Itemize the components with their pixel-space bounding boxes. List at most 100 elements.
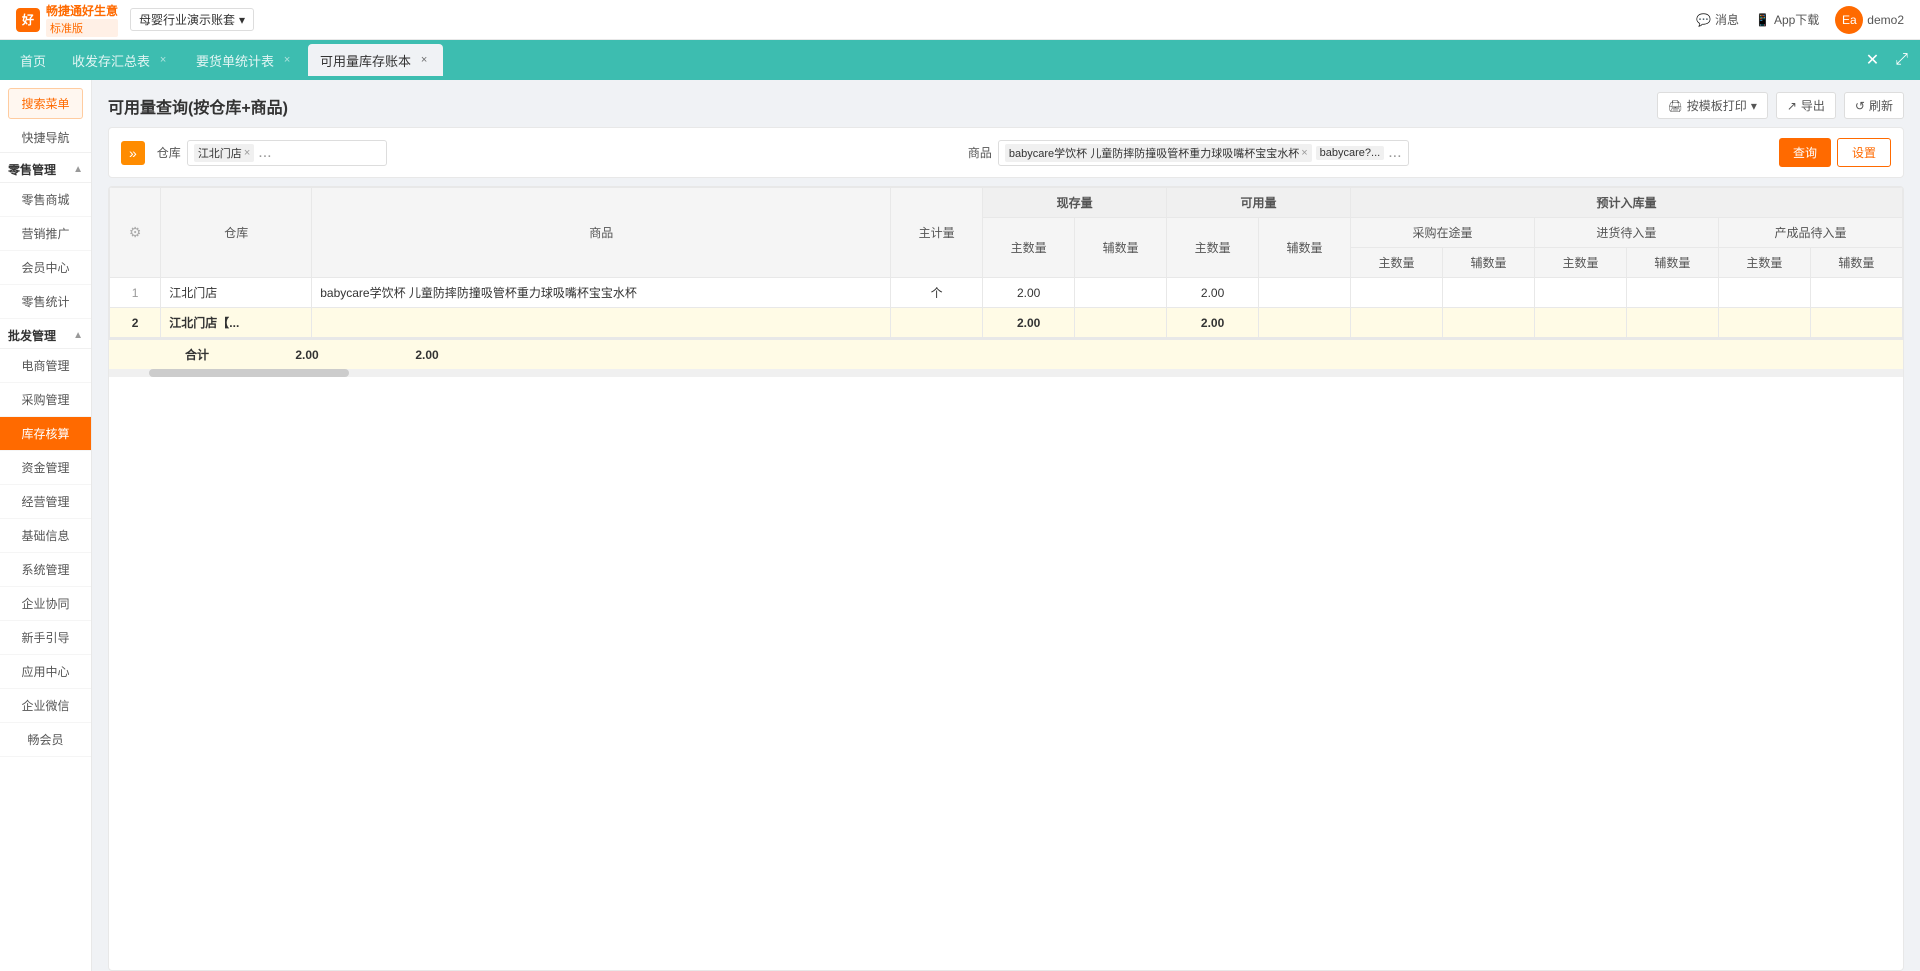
tab-orders[interactable]: 要货单统计表 × bbox=[184, 44, 306, 76]
sidebar-item-ecommerce[interactable]: 电商管理 bbox=[0, 349, 91, 383]
tab-receipts-close[interactable]: × bbox=[156, 53, 170, 67]
footer-total-label: 合计 bbox=[117, 346, 277, 363]
sidebar-item-wechat[interactable]: 企业微信 bbox=[0, 689, 91, 723]
export-btn[interactable]: ↗ 导出 bbox=[1776, 92, 1836, 119]
horizontal-scrollbar[interactable] bbox=[109, 369, 1903, 377]
product-filter-dots[interactable]: ... bbox=[1388, 144, 1401, 162]
sidebar-item-marketing[interactable]: 营销推广 bbox=[0, 217, 91, 251]
main-layout: 搜索菜单 快捷导航 零售管理 ▲ 零售商城 营销推广 会员中心 零售统计 批发管… bbox=[0, 80, 1920, 971]
th-available: 可用量 bbox=[1167, 188, 1351, 218]
chevron-up-icon: ▲ bbox=[73, 164, 83, 175]
chevron-down-icon: ▾ bbox=[239, 13, 245, 27]
message-btn[interactable]: 💬 消息 bbox=[1696, 11, 1739, 28]
sidebar-item-inventory[interactable]: 库存核算 bbox=[0, 417, 91, 451]
subtotal-p-main bbox=[1351, 308, 1443, 338]
product-tag-1-close[interactable]: × bbox=[1301, 147, 1307, 159]
refresh-label: 刷新 bbox=[1869, 97, 1893, 114]
row-num-1: 1 bbox=[110, 278, 161, 308]
sidebar-item-members[interactable]: 会员中心 bbox=[0, 251, 91, 285]
sidebar-item-purchase[interactable]: 采购管理 bbox=[0, 383, 91, 417]
settings-icon[interactable]: ⚙ bbox=[129, 224, 142, 240]
tab-inventory-close[interactable]: × bbox=[417, 53, 431, 67]
brand-name: 畅捷通好生意 标准版 bbox=[46, 2, 118, 37]
user-profile[interactable]: Ea demo2 bbox=[1835, 6, 1904, 34]
product-filter-label: 商品 bbox=[968, 144, 992, 161]
sidebar-item-vip[interactable]: 畅会员 bbox=[0, 723, 91, 757]
sidebar-item-retail-mall[interactable]: 零售商城 bbox=[0, 183, 91, 217]
print-label: 按模板打印 bbox=[1687, 97, 1747, 114]
sidebar-search-area: 搜索菜单 bbox=[0, 80, 91, 123]
mobile-icon: 📱 bbox=[1755, 13, 1770, 27]
th-current-main: 主数量 bbox=[983, 218, 1075, 278]
subtotal-pr-aux bbox=[1810, 308, 1902, 338]
warehouse-tag-1-close[interactable]: × bbox=[244, 147, 250, 159]
sidebar-item-operations[interactable]: 经营管理 bbox=[0, 485, 91, 519]
brand-icon: 好 bbox=[16, 8, 40, 32]
th-prod-main: 主数量 bbox=[1718, 248, 1810, 278]
subtotal-current-main: 2.00 bbox=[983, 308, 1075, 338]
industry-selector[interactable]: 母婴行业演示账套 ▾ bbox=[130, 8, 254, 31]
table-row: 1 江北门店 babycare学饮杯 儿童防摔防撞吸管杯重力球吸嘴杯宝宝水杯 个… bbox=[110, 278, 1903, 308]
subtotal-unit bbox=[891, 308, 983, 338]
row-purchase-main-1 bbox=[1351, 278, 1443, 308]
sidebar-item-retail-stats[interactable]: 零售统计 bbox=[0, 285, 91, 319]
footer-avail-main: 2.00 bbox=[397, 348, 457, 362]
product-tag-2[interactable]: babycare?... bbox=[1316, 146, 1385, 160]
product-filter-input[interactable]: babycare学饮杯 儿童防摔防撞吸管杯重力球吸嘴杯宝宝水杯 × babyca… bbox=[998, 140, 1409, 166]
product-tag-1[interactable]: babycare学饮杯 儿童防摔防撞吸管杯重力球吸嘴杯宝宝水杯 × bbox=[1005, 144, 1312, 162]
sidebar: 搜索菜单 快捷导航 零售管理 ▲ 零售商城 营销推广 会员中心 零售统计 批发管… bbox=[0, 80, 92, 971]
warehouse-tag-1-text: 江北门店 bbox=[198, 145, 242, 161]
row-unit-1: 个 bbox=[891, 278, 983, 308]
subtotal-num: 2 bbox=[110, 308, 161, 338]
refresh-icon: ↺ bbox=[1855, 99, 1865, 113]
th-avail-aux: 辅数量 bbox=[1259, 218, 1351, 278]
tab-expand-icon[interactable]: ⤢ bbox=[1891, 47, 1912, 73]
tab-home[interactable]: 首页 bbox=[8, 44, 58, 76]
app-download-btn[interactable]: 📱 App下载 bbox=[1755, 11, 1819, 28]
footer-current-aux bbox=[337, 348, 397, 362]
page-actions: 🖨 按模板打印 ▾ ↗ 导出 ↺ 刷新 bbox=[1657, 92, 1904, 119]
warehouse-filter-dots[interactable]: ... bbox=[258, 144, 271, 162]
tab-close-all-icon[interactable]: ✕ bbox=[1862, 46, 1883, 74]
tab-orders-close[interactable]: × bbox=[280, 53, 294, 67]
tab-receipts[interactable]: 收发存汇总表 × bbox=[60, 44, 182, 76]
sidebar-item-basic-info[interactable]: 基础信息 bbox=[0, 519, 91, 553]
th-settings[interactable]: ⚙ bbox=[110, 188, 161, 278]
warehouse-filter-group: 仓库 江北门店 × ... bbox=[157, 140, 956, 166]
filter-toggle-btn[interactable]: » bbox=[121, 141, 145, 165]
sidebar-item-finance[interactable]: 资金管理 bbox=[0, 451, 91, 485]
tab-inventory[interactable]: 可用量库存账本 × bbox=[308, 44, 443, 76]
row-avail-main-1: 2.00 bbox=[1167, 278, 1259, 308]
sidebar-item-app-center[interactable]: 应用中心 bbox=[0, 655, 91, 689]
th-incoming-pending: 进货待入量 bbox=[1534, 218, 1718, 248]
product-tag-2-text: babycare?... bbox=[1320, 147, 1381, 159]
sidebar-item-newbie[interactable]: 新手引导 bbox=[0, 621, 91, 655]
subtotal-avail-main: 2.00 bbox=[1167, 308, 1259, 338]
search-menu-btn[interactable]: 搜索菜单 bbox=[8, 88, 83, 119]
sidebar-item-system[interactable]: 系统管理 bbox=[0, 553, 91, 587]
row-product-1: babycare学饮杯 儿童防摔防撞吸管杯重力球吸嘴杯宝宝水杯 bbox=[312, 278, 891, 308]
row-incoming-main-1 bbox=[1534, 278, 1626, 308]
industry-label: 母婴行业演示账套 bbox=[139, 11, 235, 28]
row-prod-main-1 bbox=[1718, 278, 1810, 308]
setting-btn[interactable]: 设置 bbox=[1837, 138, 1891, 167]
chevron-down-icon: ▾ bbox=[1751, 99, 1757, 113]
subtotal-i-aux bbox=[1626, 308, 1718, 338]
subtotal-avail-aux bbox=[1259, 308, 1351, 338]
refresh-btn[interactable]: ↺ 刷新 bbox=[1844, 92, 1904, 119]
sidebar-section-retail-label: 零售管理 bbox=[8, 161, 56, 178]
warehouse-tag-1[interactable]: 江北门店 × bbox=[194, 144, 254, 162]
warehouse-filter-input[interactable]: 江北门店 × ... bbox=[187, 140, 387, 166]
sidebar-section-retail[interactable]: 零售管理 ▲ bbox=[0, 153, 91, 183]
sidebar-section-wholesale[interactable]: 批发管理 ▲ bbox=[0, 319, 91, 349]
print-btn[interactable]: 🖨 按模板打印 ▾ bbox=[1657, 92, 1768, 119]
sidebar-item-enterprise-collab[interactable]: 企业协同 bbox=[0, 587, 91, 621]
th-warehouse: 仓库 bbox=[161, 188, 312, 278]
filter-actions: 查询 设置 bbox=[1779, 138, 1891, 167]
sidebar-section-wholesale-label: 批发管理 bbox=[8, 327, 56, 344]
subtotal-row: 2 江北门店【... 2.00 2.00 bbox=[110, 308, 1903, 338]
sidebar-item-quick-nav[interactable]: 快捷导航 bbox=[0, 123, 91, 153]
th-incoming-main: 主数量 bbox=[1534, 248, 1626, 278]
th-current-aux: 辅数量 bbox=[1075, 218, 1167, 278]
query-btn[interactable]: 查询 bbox=[1779, 138, 1831, 167]
